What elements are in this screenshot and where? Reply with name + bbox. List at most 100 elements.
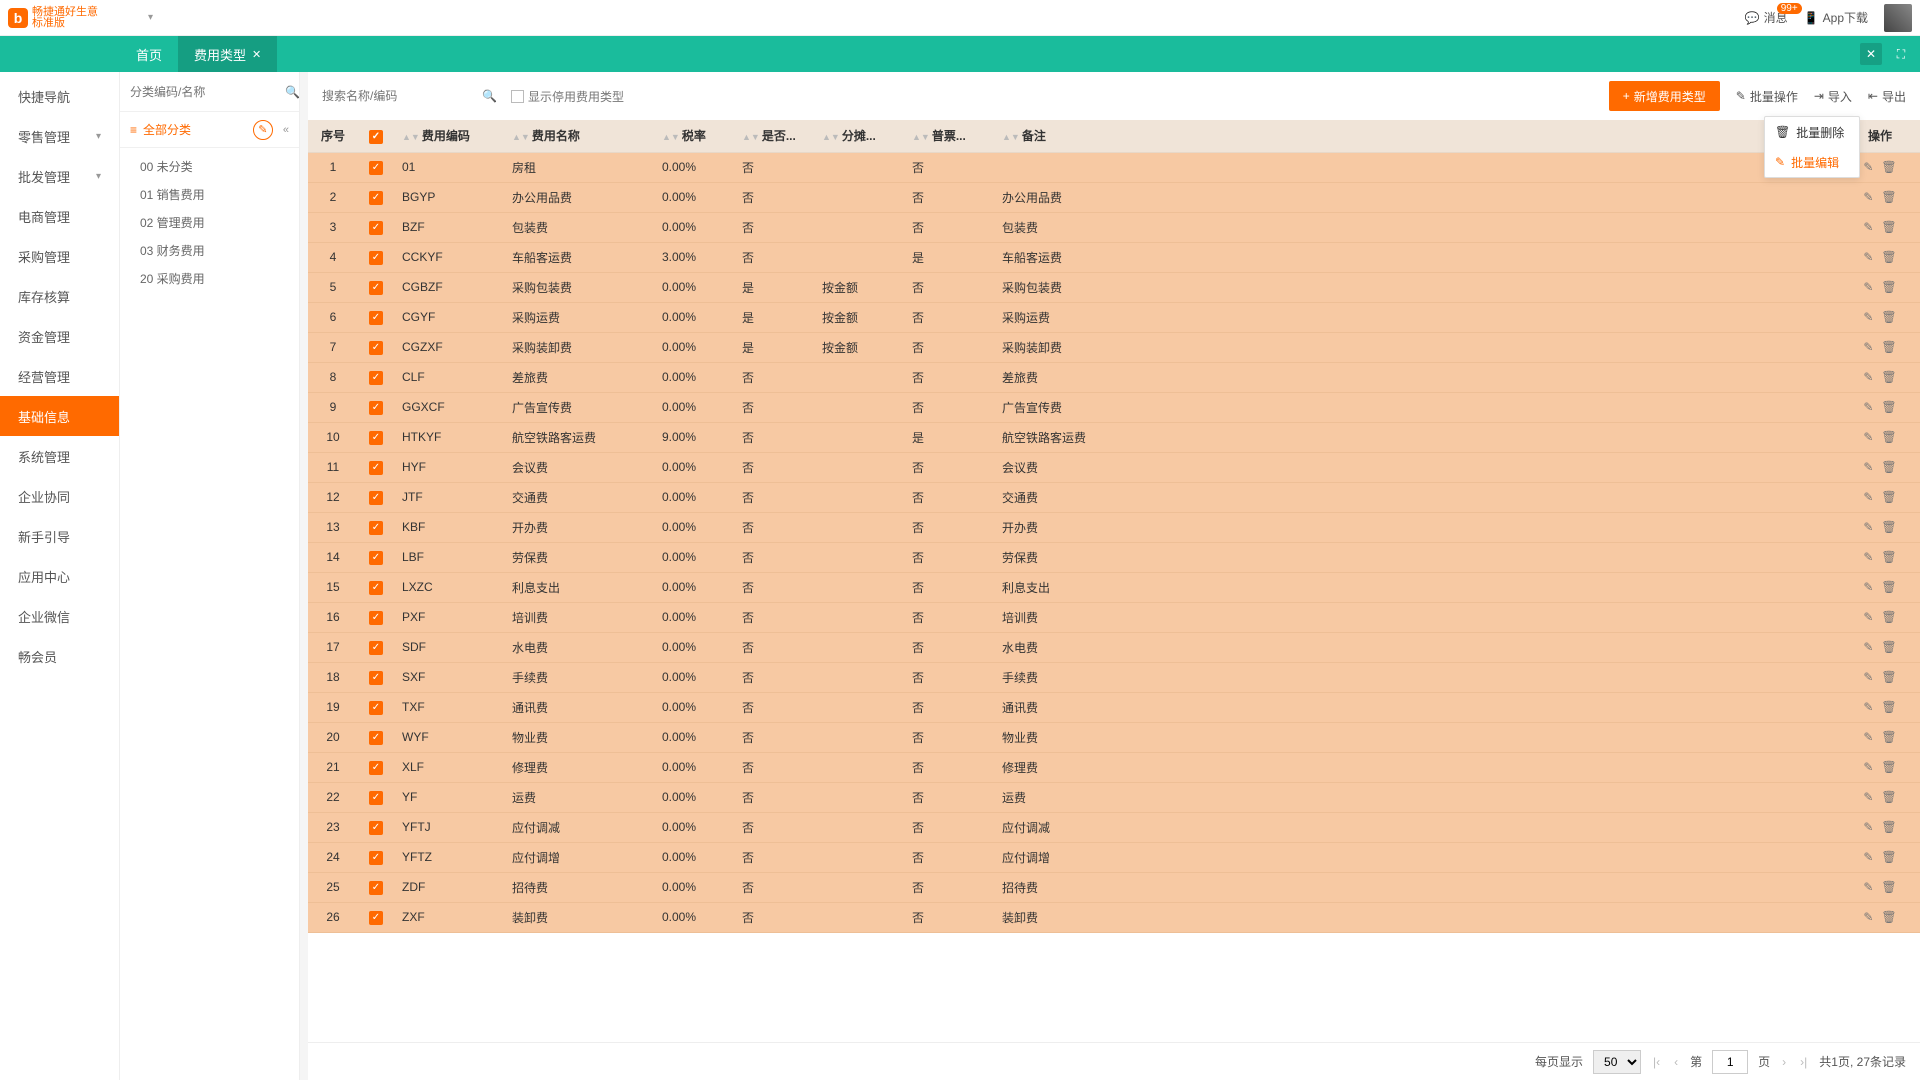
cell-checkbox[interactable]: ✓	[358, 752, 394, 782]
trash-icon[interactable]: 🗑	[1881, 700, 1896, 714]
trash-icon[interactable]: 🗑	[1881, 220, 1896, 234]
edit-icon[interactable]: ✎	[1863, 400, 1873, 414]
trash-icon[interactable]: 🗑	[1881, 820, 1896, 834]
category-search-input[interactable]	[130, 85, 285, 99]
cell-checkbox[interactable]: ✓	[358, 812, 394, 842]
trash-icon[interactable]: 🗑	[1881, 430, 1896, 444]
edit-icon[interactable]: ✎	[1863, 820, 1873, 834]
edit-icon[interactable]: ✎	[1863, 760, 1873, 774]
edit-icon[interactable]: ✎	[1863, 700, 1873, 714]
edit-icon[interactable]: ✎	[1863, 670, 1873, 684]
cell-checkbox[interactable]: ✓	[358, 392, 394, 422]
avatar[interactable]	[1884, 4, 1912, 32]
col-yn2[interactable]: ▲▼普票...	[904, 120, 994, 152]
cell-checkbox[interactable]: ✓	[358, 182, 394, 212]
edit-icon[interactable]: ✎	[1863, 250, 1873, 264]
batch-edit-item[interactable]: ✎ 批量编辑	[1765, 147, 1859, 177]
import-button[interactable]: ⇥ 导入	[1814, 88, 1852, 105]
sidemenu-item[interactable]: 畅会员	[0, 636, 119, 676]
cell-checkbox[interactable]: ✓	[358, 782, 394, 812]
trash-icon[interactable]: 🗑	[1881, 250, 1896, 264]
edit-icon[interactable]: ✎	[1863, 520, 1873, 534]
cell-checkbox[interactable]: ✓	[358, 842, 394, 872]
cell-checkbox[interactable]: ✓	[358, 452, 394, 482]
cell-checkbox[interactable]: ✓	[358, 632, 394, 662]
sidemenu-item[interactable]: 基础信息	[0, 396, 119, 436]
sidemenu-item[interactable]: 系统管理	[0, 436, 119, 476]
sidemenu-item[interactable]: 零售管理▾	[0, 116, 119, 156]
trash-icon[interactable]: 🗑	[1881, 550, 1896, 564]
cell-checkbox[interactable]: ✓	[358, 872, 394, 902]
cell-checkbox[interactable]: ✓	[358, 482, 394, 512]
trash-icon[interactable]: 🗑	[1881, 610, 1896, 624]
trash-icon[interactable]: 🗑	[1881, 490, 1896, 504]
edit-icon[interactable]: ✎	[1863, 640, 1873, 654]
trash-icon[interactable]: 🗑	[1881, 790, 1896, 804]
cell-checkbox[interactable]: ✓	[358, 362, 394, 392]
close-icon[interactable]: ✕	[252, 48, 261, 61]
col-remark[interactable]: ▲▼备注	[994, 120, 1840, 152]
cell-checkbox[interactable]: ✓	[358, 422, 394, 452]
edit-icon[interactable]: ✎	[253, 120, 273, 140]
edit-icon[interactable]: ✎	[1863, 580, 1873, 594]
prev-page-button[interactable]: ‹	[1672, 1055, 1680, 1069]
edit-icon[interactable]: ✎	[1863, 730, 1873, 744]
col-rate[interactable]: ▲▼税率	[654, 120, 734, 152]
cell-checkbox[interactable]: ✓	[358, 332, 394, 362]
export-button[interactable]: ⇤ 导出	[1868, 88, 1906, 105]
col-share[interactable]: ▲▼分摊...	[814, 120, 904, 152]
edit-icon[interactable]: ✎	[1863, 430, 1873, 444]
trash-icon[interactable]: 🗑	[1881, 670, 1896, 684]
col-code[interactable]: ▲▼费用编码	[394, 120, 504, 152]
cell-checkbox[interactable]: ✓	[358, 662, 394, 692]
sidemenu-item[interactable]: 资金管理	[0, 316, 119, 356]
batch-button[interactable]: ✎ 批量操作	[1736, 88, 1798, 105]
trash-icon[interactable]: 🗑	[1881, 640, 1896, 654]
tab-expense-type[interactable]: 费用类型 ✕	[178, 36, 277, 72]
cell-checkbox[interactable]: ✓	[358, 542, 394, 572]
cell-checkbox[interactable]: ✓	[358, 902, 394, 932]
trash-icon[interactable]: 🗑	[1881, 580, 1896, 594]
search-icon[interactable]: 🔍	[285, 85, 300, 99]
next-page-button[interactable]: ›	[1780, 1055, 1788, 1069]
edit-icon[interactable]: ✎	[1863, 490, 1873, 504]
category-item[interactable]: 02 管理费用	[120, 208, 299, 236]
cell-checkbox[interactable]: ✓	[358, 572, 394, 602]
edit-icon[interactable]: ✎	[1863, 370, 1873, 384]
trash-icon[interactable]: 🗑	[1881, 400, 1896, 414]
app-download-button[interactable]: 📱 App下载	[1804, 9, 1868, 26]
trash-icon[interactable]: 🗑	[1881, 460, 1896, 474]
col-yn1[interactable]: ▲▼是否...	[734, 120, 814, 152]
cell-checkbox[interactable]: ✓	[358, 242, 394, 272]
col-idx[interactable]: 序号	[308, 120, 358, 152]
tab-home[interactable]: 首页	[120, 36, 178, 72]
edit-icon[interactable]: ✎	[1863, 880, 1873, 894]
edit-icon[interactable]: ✎	[1863, 190, 1873, 204]
edit-icon[interactable]: ✎	[1863, 340, 1873, 354]
sidemenu-item[interactable]: 应用中心	[0, 556, 119, 596]
cell-checkbox[interactable]: ✓	[358, 152, 394, 182]
trash-icon[interactable]: 🗑	[1881, 850, 1896, 864]
edit-icon[interactable]: ✎	[1863, 280, 1873, 294]
trash-icon[interactable]: 🗑	[1881, 760, 1896, 774]
fullscreen-icon[interactable]: ⛶	[1890, 43, 1912, 65]
messages-button[interactable]: 💬 消息 99+	[1745, 9, 1788, 26]
edit-icon[interactable]: ✎	[1863, 550, 1873, 564]
table-scroll[interactable]: 序号 ✓ ▲▼费用编码 ▲▼费用名称 ▲▼税率 ▲▼是否... ▲▼分摊... …	[308, 120, 1920, 1042]
sidemenu-item[interactable]: 电商管理	[0, 196, 119, 236]
col-select-all[interactable]: ✓	[358, 120, 394, 152]
sidemenu-item[interactable]: 企业微信	[0, 596, 119, 636]
trash-icon[interactable]: 🗑	[1881, 310, 1896, 324]
category-all[interactable]: ≡ 全部分类 ✎ «	[120, 112, 299, 148]
sidemenu-item[interactable]: 采购管理	[0, 236, 119, 276]
category-item[interactable]: 03 财务费用	[120, 236, 299, 264]
trash-icon[interactable]: 🗑	[1881, 520, 1896, 534]
sidemenu-item[interactable]: 批发管理▾	[0, 156, 119, 196]
edit-icon[interactable]: ✎	[1863, 160, 1873, 174]
edit-icon[interactable]: ✎	[1863, 220, 1873, 234]
cell-checkbox[interactable]: ✓	[358, 692, 394, 722]
search-icon[interactable]: 🔍	[482, 89, 497, 103]
org-dropdown[interactable]: ▾	[148, 12, 153, 23]
sidemenu-item[interactable]: 经营管理	[0, 356, 119, 396]
cell-checkbox[interactable]: ✓	[358, 722, 394, 752]
